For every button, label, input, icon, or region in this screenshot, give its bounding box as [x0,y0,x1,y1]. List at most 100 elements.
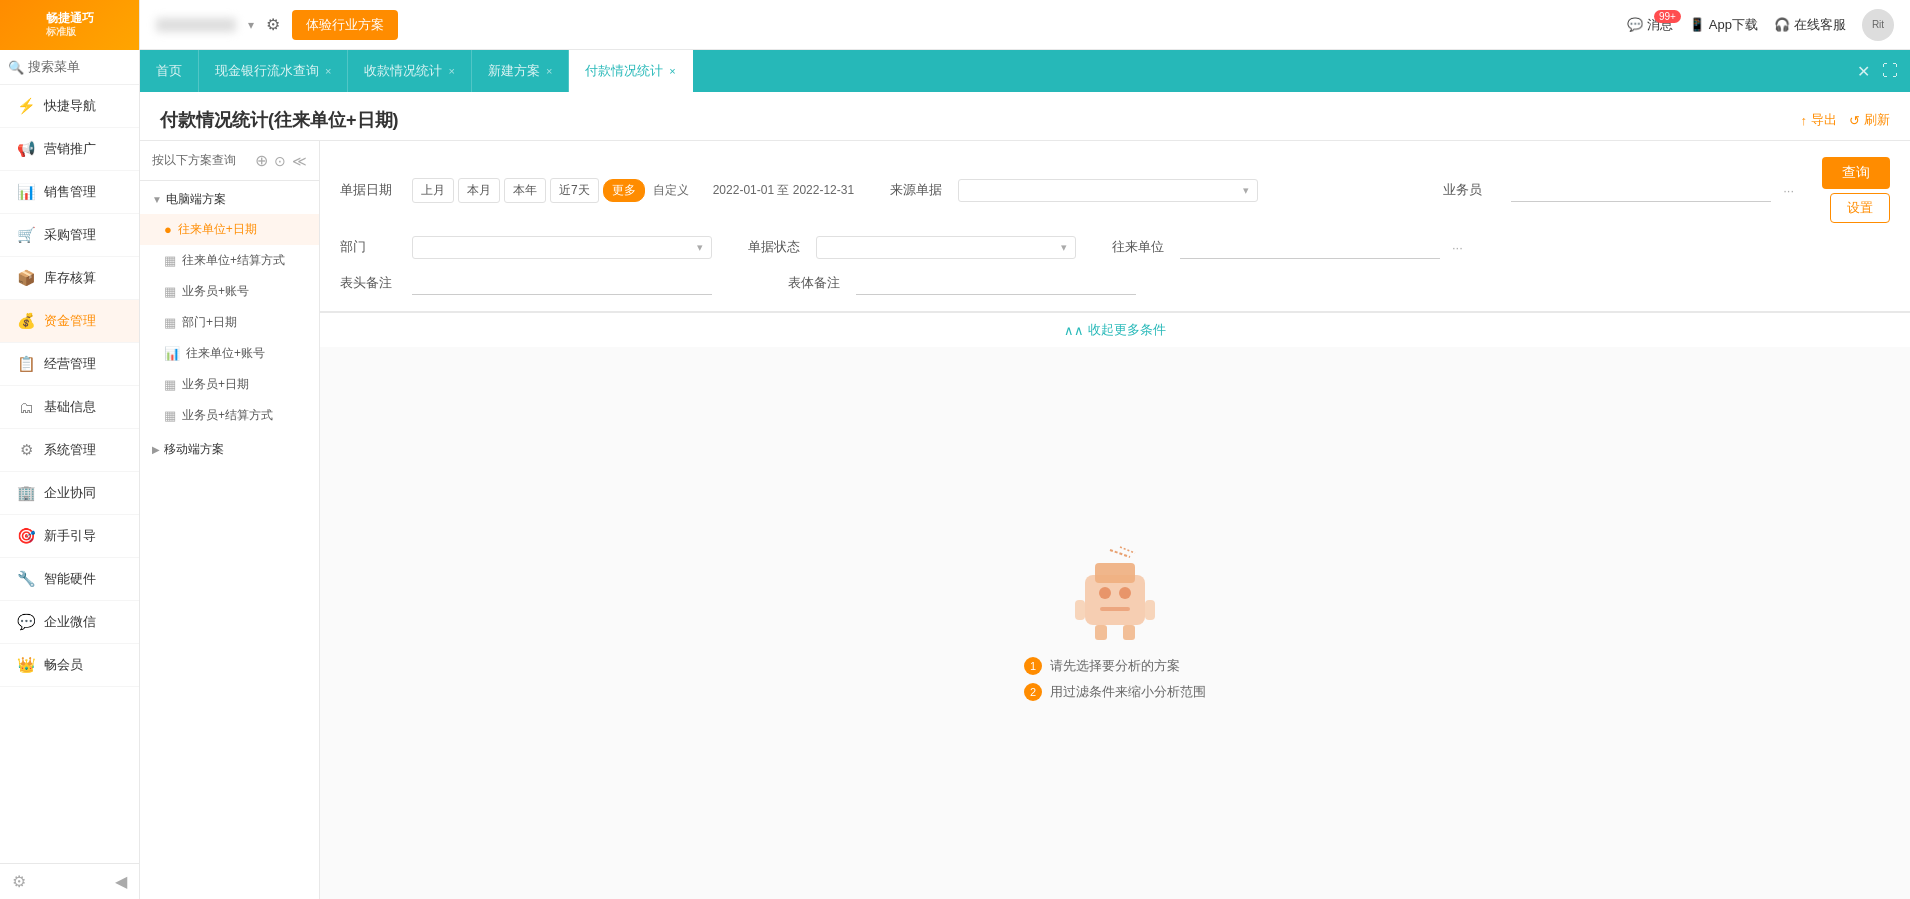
sidebar-item-member[interactable]: 👑 畅会员 [0,644,139,687]
sidebar-item-basic[interactable]: 🗂 基础信息 [0,386,139,429]
settings-button[interactable]: 设置 [1830,193,1890,223]
query-button[interactable]: 查询 [1822,157,1890,189]
sidebar-search[interactable]: 🔍 搜索菜单 [0,50,139,85]
tab-new-plan-label: 新建方案 [488,62,540,80]
svg-rect-5 [1075,600,1085,620]
svg-rect-6 [1145,600,1155,620]
online-service-btn[interactable]: 🎧 在线客服 [1774,16,1846,34]
export-button[interactable]: ↑ 导出 [1801,111,1838,129]
dept-select[interactable]: ▾ [412,236,712,259]
sidebar-bottom: ⚙ ◀ [0,863,139,899]
scheme-group-pc-arrow: ▼ [152,194,162,205]
sidebar-item-label: 采购管理 [44,226,96,244]
collapse-chevron-icon: ∧∧ [1064,323,1084,338]
tab-new-plan[interactable]: 新建方案 × [472,50,569,92]
sidebar-item-purchase[interactable]: 🛒 采购管理 [0,214,139,257]
tab-receipt[interactable]: 收款情况统计 × [348,50,471,92]
date-range-text: 自定义 [653,182,689,199]
sidebar-item-sales[interactable]: 📊 销售管理 [0,171,139,214]
scheme-collapse-icon[interactable]: ≪ [292,153,307,169]
staff-ellipsis[interactable]: ··· [1783,183,1794,198]
date-btn-last-month[interactable]: 上月 [412,178,454,203]
app-download-btn[interactable]: 📱 App下载 [1689,16,1758,34]
date-btn-this-year[interactable]: 本年 [504,178,546,203]
user-name [156,18,236,32]
scheme-item-staff-settle[interactable]: ▦ 业务员+结算方式 [140,400,319,431]
svg-rect-8 [1123,625,1135,640]
header-note-label: 表头备注 [340,274,396,292]
header-note-input[interactable] [412,271,712,295]
sidebar-item-label: 销售管理 [44,183,96,201]
tab-bank-close[interactable]: × [325,65,331,77]
sidebar-item-wechat[interactable]: 💬 企业微信 [0,601,139,644]
sidebar-item-quick-nav[interactable]: ⚡ 快捷导航 [0,85,139,128]
refresh-button[interactable]: ↺ 刷新 [1849,111,1890,129]
scheme-group-pc-header[interactable]: ▼ 电脑端方案 [140,185,319,214]
tab-receipt-close[interactable]: × [448,65,454,77]
sidebar-item-operation[interactable]: 📋 经营管理 [0,343,139,386]
online-service-label: 在线客服 [1794,16,1846,34]
source-label: 来源单据 [890,181,946,199]
date-btn-7days[interactable]: 近7天 [550,178,599,203]
notification-btn[interactable]: 💬 消息 99+ [1627,16,1673,34]
tab-payment[interactable]: 付款情况统计 × [569,50,692,92]
scheme-item-dept-date[interactable]: ▦ 部门+日期 [140,307,319,338]
tab-new-plan-close[interactable]: × [546,65,552,77]
tab-home[interactable]: 首页 [140,50,199,92]
date-btn-more[interactable]: 更多 [603,179,645,202]
avatar-text: Rit [1872,19,1884,30]
sidebar-item-system[interactable]: ⚙ 系统管理 [0,429,139,472]
sidebar-item-guide[interactable]: 🎯 新手引导 [0,515,139,558]
sidebar-item-marketing[interactable]: 📢 营销推广 [0,128,139,171]
tab-expand-icon[interactable]: ⛶ [1882,62,1898,80]
collapse-button[interactable]: ∧∧ 收起更多条件 [320,312,1910,347]
doc-status-select[interactable]: ▾ [816,236,1076,259]
scheme-settings-icon[interactable]: ⊙ [274,153,286,169]
topbar-chevron-icon[interactable]: ▾ [248,18,254,32]
body-note-input[interactable] [856,271,1136,295]
staff-input[interactable] [1511,178,1771,202]
sidebar-item-label: 系统管理 [44,441,96,459]
scheme-add-icon[interactable]: ⊕ [255,151,268,170]
scheme-item-partner-date[interactable]: ● 往来单位+日期 [140,214,319,245]
scheme-group-mobile-header[interactable]: ▶ 移动端方案 [140,435,319,464]
trial-button[interactable]: 体验行业方案 [292,10,398,40]
date-btn-this-month[interactable]: 本月 [458,178,500,203]
sidebar-item-label: 智能硬件 [44,570,96,588]
scheme-panel: 按以下方案查询 ⊕ ⊙ ≪ ▼ 电脑端方案 ● 往来 [140,141,320,899]
tab-bank-label: 现金银行流水查询 [215,62,319,80]
scheme-item-icon-staff-account: ▦ [164,284,176,299]
tab-bank[interactable]: 现金银行流水查询 × [199,50,348,92]
scheme-header-actions: ⊕ ⊙ ≪ [255,151,307,170]
sidebar-item-enterprise[interactable]: 🏢 企业协同 [0,472,139,515]
partner-input[interactable] [1180,235,1440,259]
tab-payment-label: 付款情况统计 [585,62,663,80]
sidebar-item-label: 企业微信 [44,613,96,631]
scheme-group-mobile-label: 移动端方案 [164,441,224,458]
scheme-item-icon-staff-date: ▦ [164,377,176,392]
sidebar-item-hardware[interactable]: 🔧 智能硬件 [0,558,139,601]
topbar-gear-icon[interactable]: ⚙ [266,15,280,34]
sidebar-collapse-icon[interactable]: ◀ [115,872,127,891]
tab-payment-close[interactable]: × [669,65,675,77]
sidebar-item-label: 基础信息 [44,398,96,416]
scheme-item-icon-partner-account: 📊 [164,346,180,361]
scheme-item-label: 业务员+结算方式 [182,407,273,424]
doc-status-label: 单据状态 [748,238,804,256]
scheme-item-staff-account[interactable]: ▦ 业务员+账号 [140,276,319,307]
scheme-item-label: 业务员+账号 [182,283,249,300]
tab-home-label: 首页 [156,62,182,80]
source-select[interactable]: ▾ [958,179,1258,202]
scheme-item-icon-partner-settle: ▦ [164,253,176,268]
scheme-item-partner-account[interactable]: 📊 往来单位+账号 [140,338,319,369]
sidebar-item-finance[interactable]: 💰 资金管理 [0,300,139,343]
tab-close-all-icon[interactable]: ✕ [1857,62,1870,81]
sidebar-item-inventory[interactable]: 📦 库存核算 [0,257,139,300]
sidebar-item-label: 畅会员 [44,656,83,674]
refresh-icon: ↺ [1849,113,1860,128]
scheme-item-partner-settle[interactable]: ▦ 往来单位+结算方式 [140,245,319,276]
partner-ellipsis[interactable]: ··· [1452,240,1463,255]
sidebar-settings-icon[interactable]: ⚙ [12,872,26,891]
user-avatar[interactable]: Rit [1862,9,1894,41]
scheme-item-staff-date[interactable]: ▦ 业务员+日期 [140,369,319,400]
